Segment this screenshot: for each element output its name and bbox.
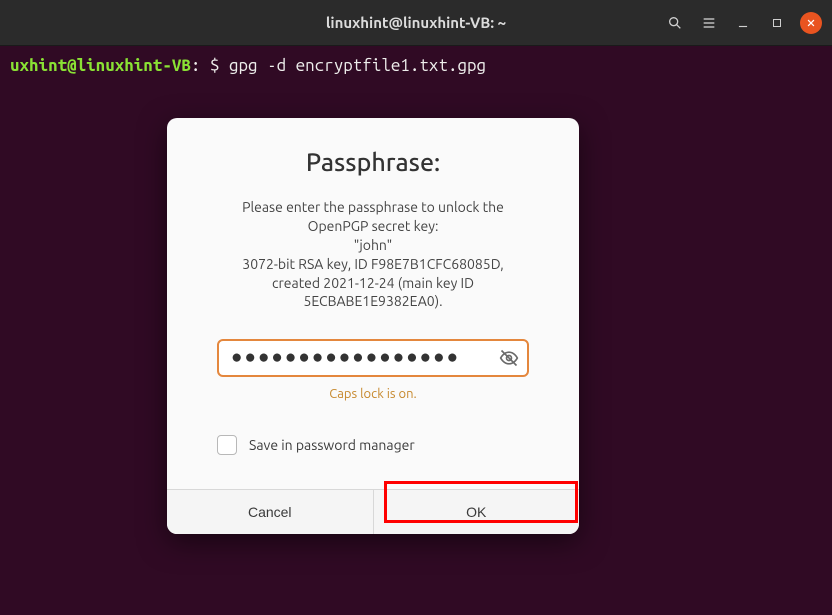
dialog-title: Passphrase: [207, 148, 539, 176]
eye-off-icon[interactable] [495, 344, 523, 372]
passphrase-dialog: Passphrase: Please enter the passphrase … [167, 118, 579, 534]
window-titlebar: linuxhint@linuxhint-VB: ~ [0, 0, 832, 46]
window-controls [660, 0, 826, 46]
terminal-command: gpg -d encryptfile1.txt.gpg [229, 56, 486, 75]
ok-button[interactable]: OK [373, 490, 580, 534]
search-icon[interactable] [660, 8, 690, 38]
save-password-label: Save in password manager [249, 437, 415, 453]
prompt-path [200, 56, 210, 75]
dialog-actions: Cancel OK [167, 489, 579, 534]
prompt-user: uxhint@linuxhint-VB [10, 56, 191, 75]
hamburger-icon[interactable] [694, 8, 724, 38]
cancel-button[interactable]: Cancel [167, 490, 373, 534]
passphrase-input[interactable] [217, 339, 529, 377]
minimize-button[interactable] [728, 8, 758, 38]
dialog-body: Passphrase: Please enter the passphrase … [167, 118, 579, 489]
prompt-sep: : [191, 56, 201, 75]
capslock-warning: Caps lock is on. [207, 387, 539, 401]
dialog-message: Please enter the passphrase to unlock th… [207, 198, 539, 311]
save-password-checkbox[interactable] [217, 435, 237, 455]
close-button[interactable] [800, 12, 822, 34]
passphrase-field-wrap [217, 339, 529, 377]
save-password-row: Save in password manager [207, 429, 539, 471]
maximize-button[interactable] [762, 8, 792, 38]
